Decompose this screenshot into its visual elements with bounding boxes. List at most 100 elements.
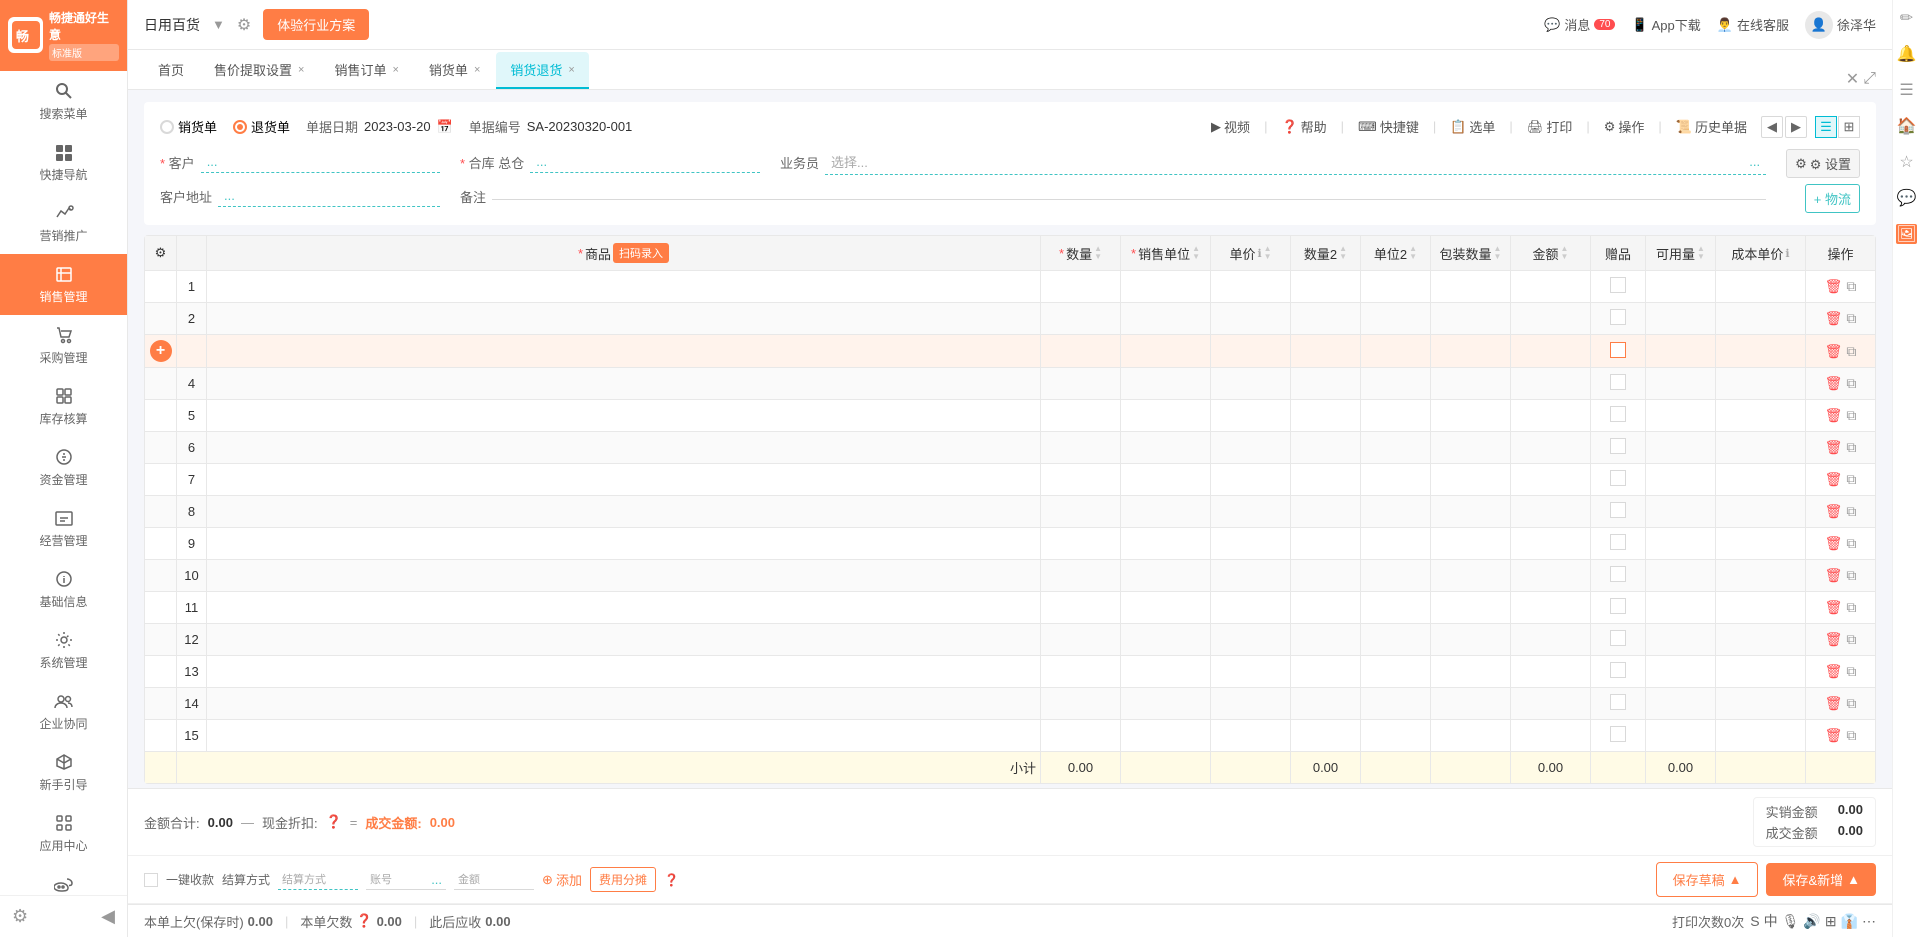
price-tip-icon[interactable]: ℹ xyxy=(1257,247,1261,260)
fee-btn[interactable]: 费用分摊 xyxy=(590,867,656,892)
sidebar-item-system[interactable]: 系统管理 xyxy=(0,620,127,681)
question-debt[interactable]: ❓ xyxy=(356,913,372,929)
cost-tip-icon[interactable]: ℹ xyxy=(1785,247,1789,260)
th-gear[interactable]: ⚙ xyxy=(145,236,177,271)
tab-close-price[interactable]: × xyxy=(298,64,304,76)
account-select[interactable]: 结算方式 xyxy=(278,869,358,890)
sidebar-item-marketing[interactable]: 营销推广 xyxy=(0,193,127,254)
tab-sales-return[interactable]: 销货退货 × xyxy=(496,52,588,89)
del-btn-6[interactable]: 🗑 xyxy=(1825,439,1843,455)
online-service-btn[interactable]: 👨‍💼 在线客服 xyxy=(1717,15,1789,34)
onepay-checkbox[interactable] xyxy=(144,873,158,887)
gift-cb-10[interactable] xyxy=(1610,566,1626,582)
amount-cell-1[interactable] xyxy=(1511,271,1591,303)
mic-icon[interactable]: 🎙 xyxy=(1782,913,1800,930)
sidebar-item-sales[interactable]: 销售管理 xyxy=(0,254,127,315)
del-btn-13[interactable]: 🗑 xyxy=(1825,663,1843,679)
copy-btn-5[interactable]: ⧉ xyxy=(1846,407,1856,423)
radio-sales[interactable]: 销货单 xyxy=(160,117,217,136)
sidebar-item-apps[interactable]: 应用中心 xyxy=(0,803,127,864)
help-btn[interactable]: ❓ 帮助 xyxy=(1275,114,1332,139)
right-icon-star[interactable]: ☆ xyxy=(1899,152,1913,172)
del-btn-12[interactable]: 🗑 xyxy=(1825,631,1843,647)
del-btn-3[interactable]: 🗑 xyxy=(1825,343,1843,359)
more-icon[interactable]: ⋯ xyxy=(1862,913,1876,930)
del-btn-10[interactable]: 🗑 xyxy=(1825,567,1843,583)
right-icon-bell[interactable]: 🔔 xyxy=(1897,44,1917,64)
save-new-btn[interactable]: 保存&新增 ▲ xyxy=(1766,863,1876,896)
gift-cb-4[interactable] xyxy=(1610,374,1626,390)
scan-btn[interactable]: 扫码录入 xyxy=(613,243,669,263)
copy-btn-12[interactable]: ⧉ xyxy=(1846,631,1856,647)
unit2-cell-1[interactable] xyxy=(1361,271,1431,303)
grid-icon[interactable]: ⊞ xyxy=(1825,913,1837,930)
pack-cell-1[interactable] xyxy=(1431,271,1511,303)
settings-icon[interactable]: ⚙ xyxy=(12,906,28,927)
copy-btn-2[interactable]: ⧉ xyxy=(1846,310,1856,326)
qty2-cell-1[interactable] xyxy=(1291,271,1361,303)
gift-cb-6[interactable] xyxy=(1610,438,1626,454)
operate-btn[interactable]: ⚙ 操作 xyxy=(1598,114,1651,139)
gift-cell-1[interactable] xyxy=(1591,271,1646,303)
date-value[interactable]: 2023-03-20 xyxy=(364,119,431,134)
tab-price-setting[interactable]: 售价提取设置 × xyxy=(200,52,318,89)
tab-close-all[interactable]: ✕ xyxy=(1846,69,1859,89)
tab-fullscreen[interactable]: ⤢ xyxy=(1863,70,1876,88)
copy-btn-4[interactable]: ⧉ xyxy=(1846,375,1856,391)
experience-btn[interactable]: 体验行业方案 xyxy=(263,9,369,40)
price-cell-1[interactable] xyxy=(1211,271,1291,303)
gift-checkbox-2[interactable] xyxy=(1610,309,1626,325)
unit-cell-1[interactable] xyxy=(1121,271,1211,303)
amount-input[interactable]: 金额 xyxy=(454,869,534,890)
logistics-btn[interactable]: + 物流 xyxy=(1805,184,1860,213)
sidebar-item-inventory[interactable]: 库存核算 xyxy=(0,376,127,437)
del-btn-5[interactable]: 🗑 xyxy=(1825,407,1843,423)
list-view-btn[interactable]: ☰ xyxy=(1815,116,1837,138)
sidebar-item-purchase[interactable]: 采购管理 xyxy=(0,315,127,376)
del-btn-4[interactable]: 🗑 xyxy=(1825,375,1843,391)
account-num-input[interactable]: 账号 ... xyxy=(366,869,446,890)
topbar-gear[interactable]: ⚙ xyxy=(237,15,251,35)
copy-btn-3[interactable]: ⧉ xyxy=(1846,343,1856,359)
copy-btn-1[interactable]: ⧉ xyxy=(1846,278,1856,294)
radio-return[interactable]: 退货单 xyxy=(233,117,290,136)
sidebar-item-info[interactable]: 基础信息 xyxy=(0,559,127,620)
product-cell-1[interactable] xyxy=(207,271,1041,303)
tab-sales-invoice[interactable]: 销货单 × xyxy=(415,52,494,89)
video-btn[interactable]: ▶ 视频 xyxy=(1205,114,1256,139)
del-btn-2[interactable]: 🗑 xyxy=(1825,310,1843,326)
app-download-btn[interactable]: 📱 App下载 xyxy=(1631,15,1700,34)
del-btn-15[interactable]: 🗑 xyxy=(1825,727,1843,743)
right-icon-edit[interactable]: ✏ xyxy=(1900,8,1913,28)
del-btn-14[interactable]: 🗑 xyxy=(1825,695,1843,711)
tab-close-sales-invoice[interactable]: × xyxy=(474,64,480,76)
calendar-icon[interactable]: 📅 xyxy=(437,119,453,135)
gift-cb-13[interactable] xyxy=(1610,662,1626,678)
add-btn[interactable]: ⊕ 添加 xyxy=(542,870,582,889)
copy-btn-10[interactable]: ⧉ xyxy=(1846,567,1856,583)
history-btn[interactable]: 📜 历史单据 xyxy=(1670,114,1753,139)
sidebar-item-collab[interactable]: 企业协同 xyxy=(0,681,127,742)
gift-checkbox-3[interactable] xyxy=(1610,342,1626,358)
save-draft-btn[interactable]: 保存草稿 ▲ xyxy=(1656,862,1759,897)
sidebar-item-guide[interactable]: 新手引导 xyxy=(0,742,127,803)
vol-icon[interactable]: 🔊 xyxy=(1803,913,1820,930)
address-input[interactable]: ... xyxy=(218,185,440,207)
right-icon-home[interactable]: 🏠 xyxy=(1897,116,1917,136)
copy-btn-11[interactable]: ⧉ xyxy=(1846,599,1856,615)
print-btn[interactable]: 🖨 打印 xyxy=(1521,114,1579,139)
sidebar-item-operation[interactable]: 经营管理 xyxy=(0,498,127,559)
tab-home[interactable]: 首页 xyxy=(144,52,198,89)
del-btn-9[interactable]: 🗑 xyxy=(1825,535,1843,551)
prev-btn[interactable]: ◀ xyxy=(1761,116,1783,138)
sidebar-item-finance[interactable]: 资金管理 xyxy=(0,437,127,498)
gift-cb-12[interactable] xyxy=(1610,630,1626,646)
grid-view-btn[interactable]: ⊞ xyxy=(1838,116,1860,138)
select-btn[interactable]: 📋 选单 xyxy=(1444,114,1501,139)
fee-info-icon[interactable]: ❓ xyxy=(664,873,679,887)
tab-sales-order[interactable]: 销售订单 × xyxy=(320,52,412,89)
copy-btn-15[interactable]: ⧉ xyxy=(1846,727,1856,743)
product-input-active[interactable] xyxy=(211,344,1036,359)
copy-btn-9[interactable]: ⧉ xyxy=(1846,535,1856,551)
shirt-icon[interactable]: 👔 xyxy=(1841,913,1858,930)
